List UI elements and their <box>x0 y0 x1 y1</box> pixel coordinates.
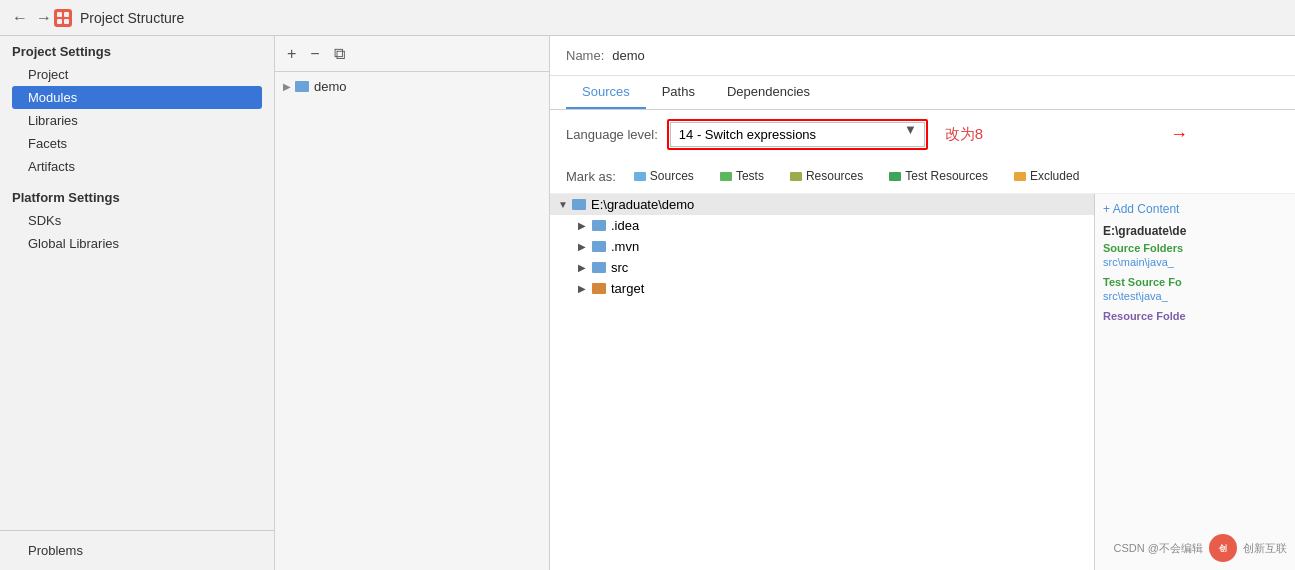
resource-folder-section: Resource Folde <box>1103 310 1287 322</box>
change-note: 改为8 <box>945 125 983 144</box>
watermark: CSDN @不会编辑 创 创新互联 <box>1114 534 1287 562</box>
mark-sources-button[interactable]: Sources <box>626 167 702 185</box>
root-arrow-icon: ▼ <box>558 199 568 210</box>
mark-excluded-button[interactable]: Excluded <box>1006 167 1087 185</box>
sidebar-item-modules[interactable]: Modules <box>12 86 262 109</box>
resource-folder-title: Resource Folde <box>1103 310 1287 322</box>
excluded-icon <box>1014 172 1026 181</box>
folder-mvn[interactable]: ▶ .mvn <box>550 236 1094 257</box>
language-select-wrapper: 14 - Switch expressions 8 - Lambdas, typ… <box>670 122 925 147</box>
module-tree-item-demo[interactable]: ▶ demo <box>275 76 549 97</box>
forward-button[interactable]: → <box>34 7 54 29</box>
add-module-button[interactable]: + <box>283 43 300 65</box>
platform-settings-title: Platform Settings <box>12 190 262 205</box>
sidebar-item-artifacts[interactable]: Artifacts <box>12 155 262 178</box>
mvn-folder-icon <box>592 241 606 252</box>
sources-icon <box>634 172 646 181</box>
src-arrow-icon: ▶ <box>578 262 588 273</box>
folder-target[interactable]: ▶ target <box>550 278 1094 299</box>
folder-icon <box>295 81 309 92</box>
test-source-section: Test Source Fo src\test\java_ <box>1103 276 1287 302</box>
sidebar-item-project[interactable]: Project <box>12 63 262 86</box>
root-folder-icon <box>572 199 586 210</box>
module-toolbar: + − ⧉ <box>275 36 549 72</box>
app-icon <box>54 9 72 27</box>
watermark-logo: 创 <box>1209 534 1237 562</box>
right-panel-path-title: E:\graduate\de <box>1103 224 1287 238</box>
sidebar-item-sdks[interactable]: SDKs <box>12 209 262 232</box>
project-settings-title: Project Settings <box>12 44 262 59</box>
mark-tests-button[interactable]: Tests <box>712 167 772 185</box>
target-folder-label: target <box>611 281 644 296</box>
back-button[interactable]: ← <box>10 7 30 29</box>
idea-folder-label: .idea <box>611 218 639 233</box>
language-level-label: Language level: <box>566 127 658 142</box>
mark-as-label: Mark as: <box>566 169 616 184</box>
test-source-path[interactable]: src\test\java_ <box>1103 290 1287 302</box>
test-resources-icon <box>889 172 901 181</box>
mvn-arrow-icon: ▶ <box>578 241 588 252</box>
folder-src[interactable]: ▶ src <box>550 257 1094 278</box>
svg-rect-0 <box>57 12 62 17</box>
resources-icon <box>790 172 802 181</box>
source-folders-title: Source Folders <box>1103 242 1287 254</box>
tab-paths[interactable]: Paths <box>646 76 711 109</box>
svg-rect-2 <box>57 19 62 24</box>
folder-idea[interactable]: ▶ .idea <box>550 215 1094 236</box>
source-folders-path[interactable]: src\main\java_ <box>1103 256 1287 268</box>
mvn-folder-label: .mvn <box>611 239 639 254</box>
name-value: demo <box>612 48 645 63</box>
src-folder-icon <box>592 262 606 273</box>
mark-resources-button[interactable]: Resources <box>782 167 871 185</box>
name-row: Name: demo <box>550 36 1295 76</box>
mark-as-row: Mark as: Sources Tests Resources <box>550 159 1295 194</box>
sidebar-item-problems[interactable]: Problems <box>12 539 262 562</box>
tab-sources[interactable]: Sources <box>566 76 646 109</box>
mark-test-resources-button[interactable]: Test Resources <box>881 167 996 185</box>
remove-module-button[interactable]: − <box>306 43 323 65</box>
svg-rect-1 <box>64 12 69 17</box>
watermark-logo-text: 创新互联 <box>1243 541 1287 556</box>
sidebar-item-libraries[interactable]: Libraries <box>12 109 262 132</box>
source-folders-section: Source Folders src\main\java_ <box>1103 242 1287 268</box>
window-title: Project Structure <box>80 10 184 26</box>
module-label: demo <box>314 79 347 94</box>
add-content-button[interactable]: + Add Content <box>1103 202 1287 216</box>
folder-tree-root[interactable]: ▼ E:\graduate\demo <box>550 194 1094 215</box>
tab-dependencies[interactable]: Dependencies <box>711 76 826 109</box>
language-level-row: Language level: 14 - Switch expressions … <box>550 110 1295 159</box>
idea-folder-icon <box>592 220 606 231</box>
sidebar-item-facets[interactable]: Facets <box>12 132 262 155</box>
sidebar-item-global-libraries[interactable]: Global Libraries <box>12 232 262 255</box>
svg-rect-3 <box>64 19 69 24</box>
tree-arrow: ▶ <box>283 81 291 92</box>
idea-arrow-icon: ▶ <box>578 220 588 231</box>
src-folder-label: src <box>611 260 628 275</box>
settings-tabs: Sources Paths Dependencies <box>550 76 1295 110</box>
test-source-title: Test Source Fo <box>1103 276 1287 288</box>
tests-icon <box>720 172 732 181</box>
name-label: Name: <box>566 48 604 63</box>
language-level-select[interactable]: 14 - Switch expressions 8 - Lambdas, typ… <box>670 122 925 147</box>
target-folder-icon <box>592 283 606 294</box>
watermark-text: CSDN @不会编辑 <box>1114 541 1203 556</box>
target-arrow-icon: ▶ <box>578 283 588 294</box>
copy-module-button[interactable]: ⧉ <box>330 43 349 65</box>
root-folder-label: E:\graduate\demo <box>591 197 694 212</box>
